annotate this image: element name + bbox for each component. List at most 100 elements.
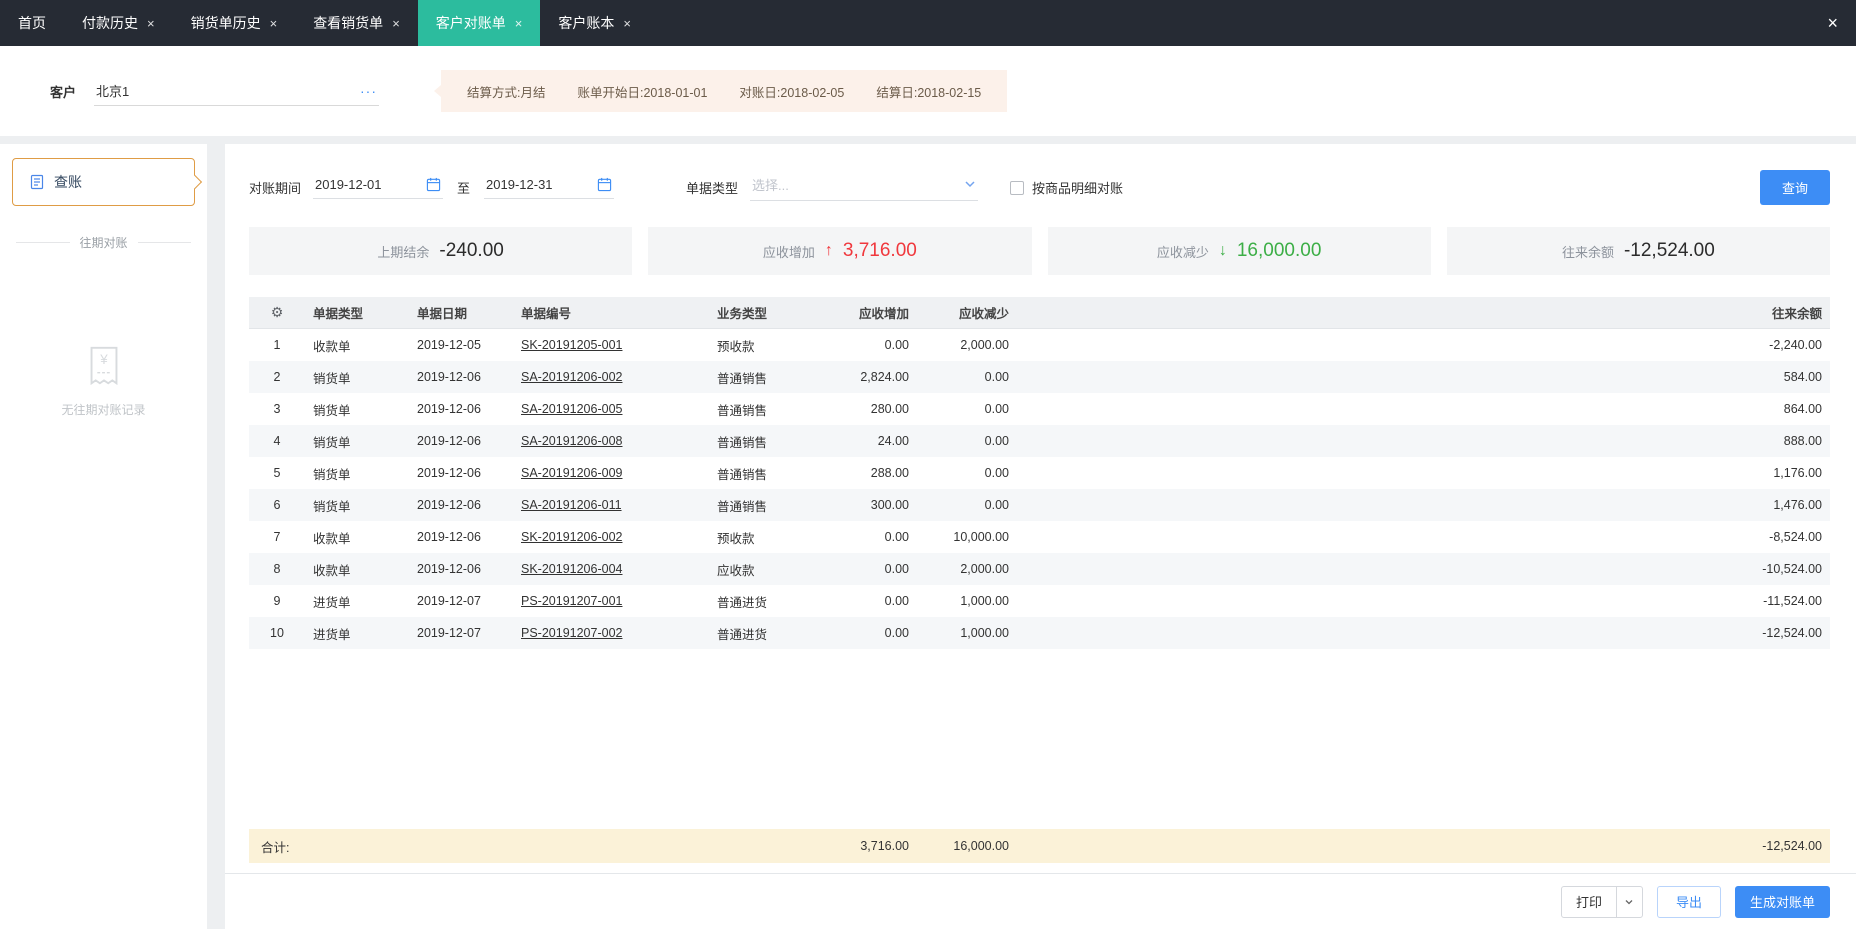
date-from-value: 2019-12-01 [315, 176, 382, 192]
header-balance: 往来余额 [1771, 307, 1822, 321]
cell-increase: 0.00 [884, 562, 909, 576]
table-row[interactable]: 2 销货单 2019-12-06 SA-20191206-002 普通销售 2,… [249, 361, 1830, 393]
table-row[interactable]: 1 收款单 2019-12-05 SK-20191205-001 预收款 0.0… [249, 329, 1830, 361]
settle-date: 结算日:2018-02-15 [876, 85, 982, 100]
cell-doc-type: 销货单 [313, 499, 351, 514]
table-row[interactable]: 5 销货单 2019-12-06 SA-20191206-009 普通销售 28… [249, 457, 1830, 489]
calendar-icon[interactable] [426, 177, 441, 192]
tab-close-icon[interactable]: × [392, 16, 400, 31]
chevron-down-icon [965, 181, 975, 188]
card-current-balance: 往来余额 -12,524.00 [1446, 227, 1830, 275]
table-row[interactable]: 9 进货单 2019-12-07 PS-20191207-001 普通进货 0.… [249, 585, 1830, 617]
cell-row-index: 5 [273, 466, 281, 480]
checkbox-box[interactable] [1010, 180, 1025, 195]
cell-balance: -11,524.00 [1763, 594, 1822, 608]
date-to-input[interactable]: 2019-12-31 [484, 176, 615, 199]
cell-decrease: 1,000.00 [960, 626, 1009, 640]
tab-close-icon[interactable]: × [515, 16, 523, 31]
close-window-icon[interactable]: × [1809, 0, 1856, 46]
card-previous-balance: 上期结余 -240.00 [249, 227, 633, 275]
cell-doc-date: 2019-12-06 [417, 466, 481, 480]
generate-statement-button[interactable]: 生成对账单 [1734, 885, 1830, 918]
table-row[interactable]: 6 销货单 2019-12-06 SA-20191206-011 普通销售 30… [249, 489, 1830, 521]
document-number-link[interactable]: PS-20191207-001 [521, 594, 622, 608]
table-row[interactable]: 7 收款单 2019-12-06 SK-20191206-002 预收款 0.0… [249, 521, 1830, 553]
cell-row-index: 10 [270, 626, 284, 640]
cell-biz-type: 普通销售 [717, 499, 768, 514]
cell-doc-date: 2019-12-06 [417, 498, 481, 512]
check-account-label: 查账 [54, 174, 82, 190]
table-empty-space [249, 649, 1830, 829]
cell-doc-date: 2019-12-06 [417, 402, 481, 416]
customer-input[interactable]: 北京1 ··· [94, 76, 380, 106]
tab-首页[interactable]: 首页 [0, 0, 64, 46]
card-value: -12,524.00 [1623, 240, 1715, 261]
total-balance: -12,524.00 [1762, 839, 1822, 853]
date-from-input[interactable]: 2019-12-01 [313, 176, 444, 199]
card-value: 16,000.00 [1236, 240, 1322, 261]
table-row[interactable]: 8 收款单 2019-12-06 SK-20191206-004 应收款 0.0… [249, 553, 1830, 585]
cell-biz-type: 普通销售 [717, 435, 768, 450]
document-number-link[interactable]: SA-20191206-011 [521, 498, 622, 512]
doc-type-select[interactable]: 选择... [750, 175, 979, 201]
document-number-link[interactable]: SK-20191206-004 [521, 562, 622, 576]
down-arrow-icon: ↓ [1218, 242, 1227, 259]
card-label: 应收减少 [1156, 244, 1209, 260]
document-number-link[interactable]: SA-20191206-009 [521, 466, 622, 480]
tab-销货单历史[interactable]: 销货单历史 × [173, 0, 296, 46]
filter-row: 对账期间 2019-12-01 至 2019-12-31 单据类型 选择... [225, 144, 1856, 205]
customer-more-button[interactable]: ··· [360, 83, 377, 99]
cell-doc-date: 2019-12-06 [417, 562, 481, 576]
summary-row: 上期结余 -240.00 应收增加 ↑ 3,716.00 应收减少 ↓ 16,0… [225, 205, 1856, 275]
tab-查看销货单[interactable]: 查看销货单 × [295, 0, 418, 46]
content: 查账 往期对账 ¥ 无往期对账记录 对账期间 2019-12-01 至 2019… [0, 144, 1856, 929]
cell-balance: 1,476.00 [1773, 498, 1822, 512]
table-row[interactable]: 3 销货单 2019-12-06 SA-20191206-005 普通销售 28… [249, 393, 1830, 425]
cell-decrease: 0.00 [984, 370, 1009, 384]
tab-close-icon[interactable]: × [147, 16, 155, 31]
tab-close-icon[interactable]: × [623, 16, 631, 31]
card-receivable-decrease: 应收减少 ↓ 16,000.00 [1047, 227, 1431, 275]
customer-label: 客户 [50, 84, 77, 100]
print-dropdown-chevron-icon[interactable] [1615, 886, 1642, 917]
document-number-link[interactable]: SA-20191206-002 [521, 370, 622, 384]
checkbox-label: 按商品明细对账 [1032, 181, 1124, 196]
document-number-link[interactable]: SK-20191205-001 [521, 338, 622, 352]
date-to-value: 2019-12-31 [486, 176, 553, 192]
document-number-link[interactable]: SK-20191206-002 [521, 530, 622, 544]
cell-row-index: 3 [273, 402, 281, 416]
print-button[interactable]: 打印 [1560, 885, 1643, 918]
empty-state: ¥ 无往期对账记录 [0, 343, 207, 418]
document-number-link[interactable]: SA-20191206-005 [521, 402, 622, 416]
cell-balance: 584.00 [1783, 370, 1822, 384]
document-number-link[interactable]: SA-20191206-008 [521, 434, 622, 448]
table-row[interactable]: 4 销货单 2019-12-06 SA-20191206-008 普通销售 24… [249, 425, 1830, 457]
tab-label: 销货单历史 [190, 15, 261, 31]
table-header-row: ⚙ 单据类型 单据日期 单据编号 业务类型 应收增加 应收减少 往来余额 [249, 297, 1830, 329]
sidebar-item-check-account[interactable]: 查账 [12, 158, 195, 206]
tab-客户账本[interactable]: 客户账本 × [540, 0, 649, 46]
calendar-icon[interactable] [597, 177, 612, 192]
cell-decrease: 0.00 [984, 498, 1009, 512]
detail-reconcile-checkbox[interactable]: 按商品明细对账 [1010, 178, 1123, 197]
column-settings-gear-icon[interactable]: ⚙ [271, 304, 284, 320]
action-bar: 打印 导出 生成对账单 [225, 873, 1856, 929]
settlement-info-bar: 结算方式:月结 账单开始日:2018-01-01 对账日:2018-02-05 … [434, 70, 1008, 112]
cell-doc-type: 销货单 [313, 403, 351, 418]
table-row[interactable]: 10 进货单 2019-12-07 PS-20191207-002 普通进货 0… [249, 617, 1830, 649]
cell-doc-type: 收款单 [313, 339, 351, 354]
export-button[interactable]: 导出 [1656, 885, 1721, 918]
cell-biz-type: 普通进货 [717, 595, 768, 610]
past-reconcile-label: 往期对账 [79, 236, 128, 250]
tab-付款历史[interactable]: 付款历史 × [64, 0, 173, 46]
customer-value: 北京1 [96, 84, 130, 99]
to-label: 至 [457, 181, 471, 196]
tab-close-icon[interactable]: × [270, 16, 278, 31]
query-button[interactable]: 查询 [1759, 170, 1830, 205]
cell-increase: 24.00 [877, 434, 909, 448]
document-number-link[interactable]: PS-20191207-002 [521, 626, 622, 640]
total-increase: 3,716.00 [860, 839, 909, 853]
cell-increase: 0.00 [884, 626, 909, 640]
past-reconcile-divider: 往期对账 [0, 234, 207, 251]
tab-客户对账单[interactable]: 客户对账单 × [417, 0, 541, 46]
